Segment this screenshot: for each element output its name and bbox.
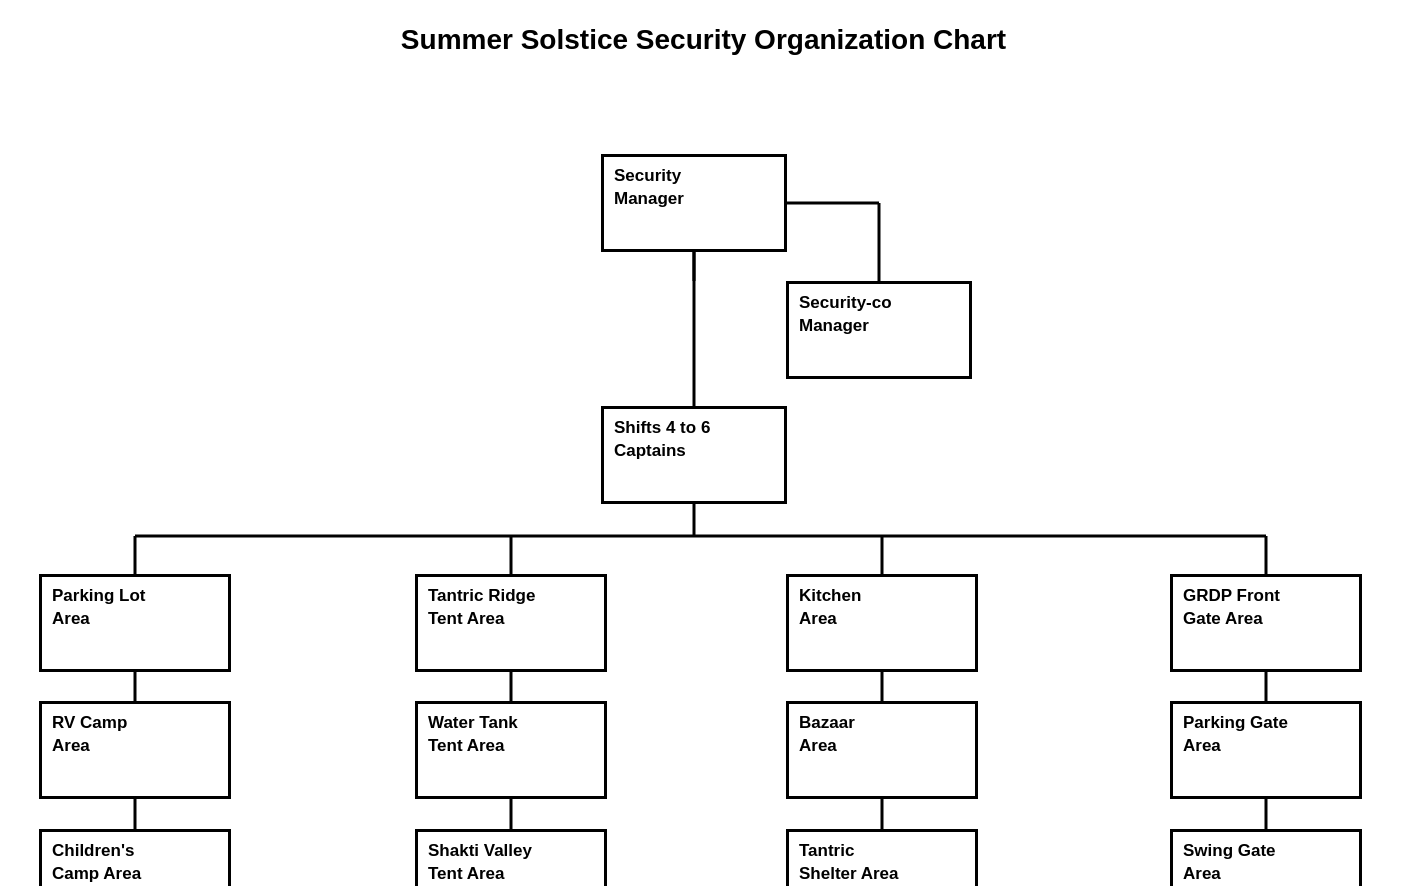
security-manager-box: Security Manager [601,154,787,252]
chart-container: Security Manager Security-co Manager Shi… [0,66,1407,886]
chart-title: Summer Solstice Security Organization Ch… [0,0,1407,66]
grdp-front-box: GRDP Front Gate Area [1170,574,1362,672]
shifts-box: Shifts 4 to 6 Captains [601,406,787,504]
swing-gate-box: Swing Gate Area [1170,829,1362,886]
security-co-manager-box: Security-co Manager [786,281,972,379]
bazaar-box: Bazaar Area [786,701,978,799]
water-tank-box: Water Tank Tent Area [415,701,607,799]
childrens-camp-box: Children's Camp Area [39,829,231,886]
tantric-ridge-box: Tantric Ridge Tent Area [415,574,607,672]
parking-lot-box: Parking Lot Area [39,574,231,672]
tantric-shelter-box: Tantric Shelter Area [786,829,978,886]
kitchen-box: Kitchen Area [786,574,978,672]
parking-gate-box: Parking Gate Area [1170,701,1362,799]
rv-camp-box: RV Camp Area [39,701,231,799]
shakti-valley-box: Shakti Valley Tent Area [415,829,607,886]
